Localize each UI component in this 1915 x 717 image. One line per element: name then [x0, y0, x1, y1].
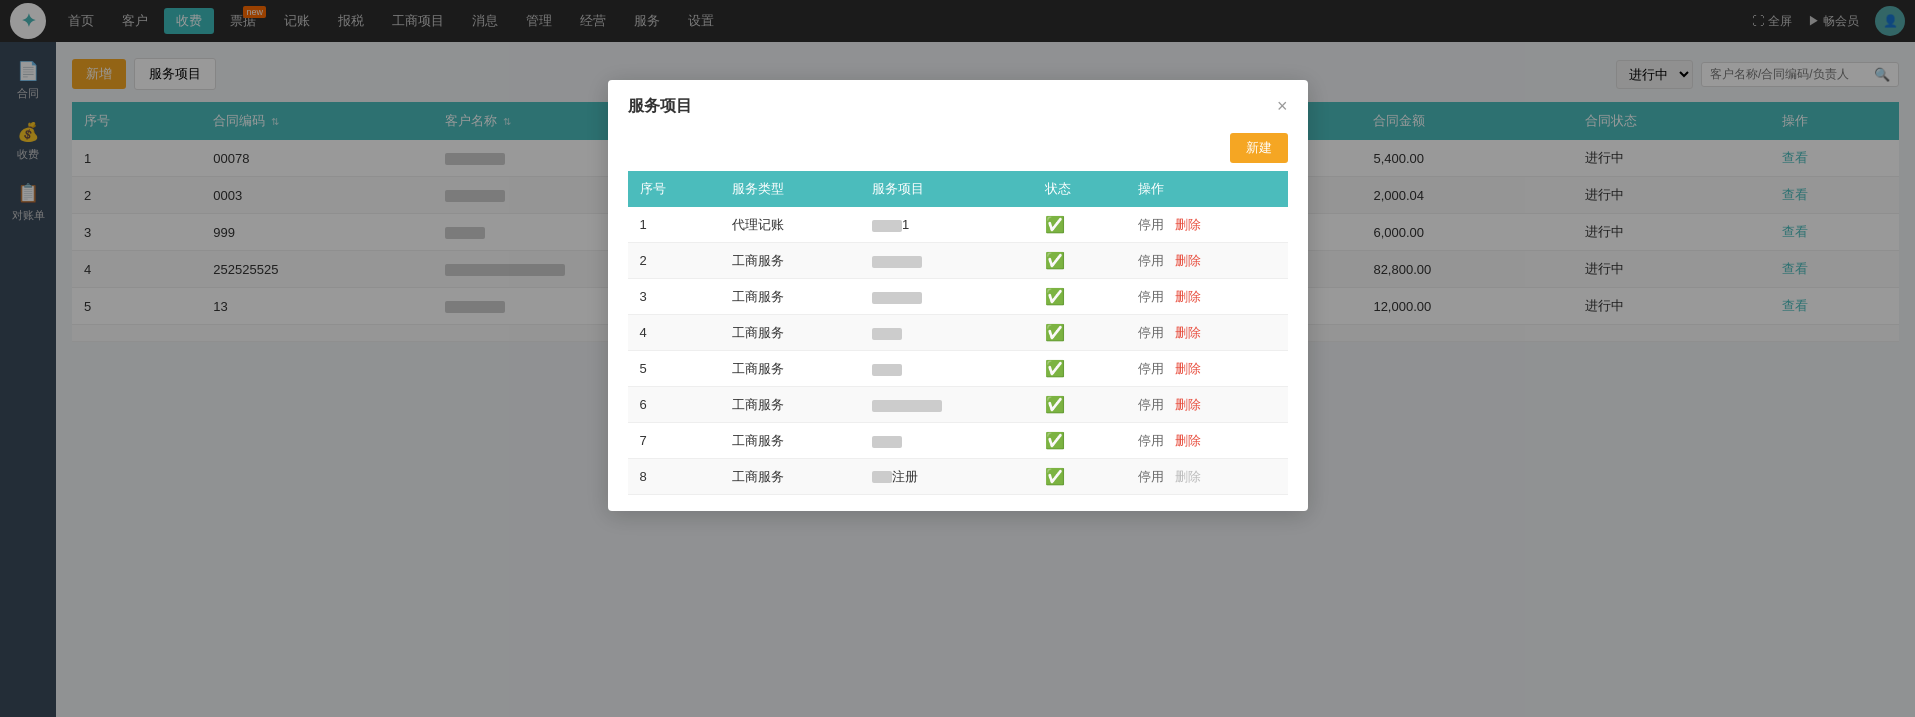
- modal-cell-status: ✅: [1033, 387, 1125, 423]
- modal-cell-no: 5: [628, 351, 720, 387]
- status-check-icon: ✅: [1045, 324, 1065, 341]
- modal-cell-no: 6: [628, 387, 720, 423]
- status-check-icon: ✅: [1045, 360, 1065, 377]
- modal-cell-status: ✅: [1033, 351, 1125, 387]
- modal-cell-type: 工商服务: [720, 459, 860, 495]
- modal-col-no: 序号: [628, 171, 720, 207]
- delete-button[interactable]: 删除: [1175, 433, 1201, 448]
- delete-button[interactable]: 删除: [1175, 397, 1201, 412]
- modal-cell-project: [860, 315, 1033, 351]
- modal-cell-project: 1: [860, 207, 1033, 243]
- status-check-icon: ✅: [1045, 216, 1065, 233]
- modal-cell-no: 3: [628, 279, 720, 315]
- modal-cell-action: 停用 删除: [1126, 351, 1288, 387]
- delete-button[interactable]: 删除: [1175, 325, 1201, 340]
- service-table: 序号 服务类型 服务项目 状态 操作 1 代理记账 1: [628, 171, 1288, 495]
- modal-cell-type: 工商服务: [720, 387, 860, 423]
- status-check-icon: ✅: [1045, 432, 1065, 449]
- modal-cell-no: 4: [628, 315, 720, 351]
- modal-cell-action: 停用 删除: [1126, 279, 1288, 315]
- modal-cell-action: 停用 删除: [1126, 459, 1288, 495]
- status-check-icon: ✅: [1045, 252, 1065, 269]
- modal-cell-project: [860, 423, 1033, 459]
- modal-cell-status: ✅: [1033, 315, 1125, 351]
- modal-col-action: 操作: [1126, 171, 1288, 207]
- modal-toolbar: 新建: [608, 125, 1308, 171]
- modal-table-row: 7 工商服务 ✅ 停用 删除: [628, 423, 1288, 459]
- delete-button[interactable]: 删除: [1175, 361, 1201, 376]
- modal-cell-type: 代理记账: [720, 207, 860, 243]
- modal-cell-type: 工商服务: [720, 279, 860, 315]
- stop-button[interactable]: 停用: [1138, 217, 1164, 232]
- modal-col-type: 服务类型: [720, 171, 860, 207]
- modal-header: 服务项目 ×: [608, 80, 1308, 125]
- stop-button[interactable]: 停用: [1138, 289, 1164, 304]
- modal-cell-type: 工商服务: [720, 351, 860, 387]
- modal-cell-type: 工商服务: [720, 315, 860, 351]
- modal-cell-action: 停用 删除: [1126, 243, 1288, 279]
- modal-table-row: 4 工商服务 ✅ 停用 删除: [628, 315, 1288, 351]
- stop-button[interactable]: 停用: [1138, 397, 1164, 412]
- service-modal: 服务项目 × 新建 序号 服务类型 服务项目 状态 操作: [608, 80, 1308, 511]
- modal-title: 服务项目: [628, 96, 692, 117]
- status-check-icon: ✅: [1045, 468, 1065, 485]
- stop-button[interactable]: 停用: [1138, 325, 1164, 340]
- modal-cell-no: 1: [628, 207, 720, 243]
- stop-button[interactable]: 停用: [1138, 361, 1164, 376]
- modal-body: 序号 服务类型 服务项目 状态 操作 1 代理记账 1: [608, 171, 1308, 511]
- stop-button[interactable]: 停用: [1138, 469, 1164, 484]
- delete-button[interactable]: 删除: [1175, 217, 1201, 232]
- modal-table-row: 5 工商服务 ✅ 停用 删除: [628, 351, 1288, 387]
- modal-table-row: 1 代理记账 1 ✅ 停用 删除: [628, 207, 1288, 243]
- modal-cell-status: ✅: [1033, 459, 1125, 495]
- modal-cell-status: ✅: [1033, 243, 1125, 279]
- modal-cell-status: ✅: [1033, 207, 1125, 243]
- status-check-icon: ✅: [1045, 396, 1065, 413]
- modal-cell-no: 7: [628, 423, 720, 459]
- modal-cell-status: ✅: [1033, 423, 1125, 459]
- modal-cell-project: [860, 243, 1033, 279]
- modal-cell-action: 停用 删除: [1126, 207, 1288, 243]
- delete-button[interactable]: 删除: [1175, 469, 1201, 484]
- modal-cell-status: ✅: [1033, 279, 1125, 315]
- modal-create-button[interactable]: 新建: [1230, 133, 1288, 163]
- stop-button[interactable]: 停用: [1138, 433, 1164, 448]
- modal-cell-project: 注册: [860, 459, 1033, 495]
- modal-overlay[interactable]: 服务项目 × 新建 序号 服务类型 服务项目 状态 操作: [0, 0, 1915, 717]
- modal-table-row: 3 工商服务 ✅ 停用 删除: [628, 279, 1288, 315]
- modal-cell-project: [860, 351, 1033, 387]
- stop-button[interactable]: 停用: [1138, 253, 1164, 268]
- modal-col-status: 状态: [1033, 171, 1125, 207]
- modal-cell-project: [860, 279, 1033, 315]
- modal-table-row: 2 工商服务 ✅ 停用 删除: [628, 243, 1288, 279]
- modal-table-row: 6 工商服务 ✅ 停用 删除: [628, 387, 1288, 423]
- modal-cell-no: 2: [628, 243, 720, 279]
- modal-cell-action: 停用 删除: [1126, 387, 1288, 423]
- status-check-icon: ✅: [1045, 288, 1065, 305]
- modal-cell-type: 工商服务: [720, 423, 860, 459]
- modal-table-row: 8 工商服务 注册 ✅ 停用 删除: [628, 459, 1288, 495]
- modal-cell-project: [860, 387, 1033, 423]
- modal-cell-no: 8: [628, 459, 720, 495]
- modal-cell-action: 停用 删除: [1126, 315, 1288, 351]
- modal-cell-type: 工商服务: [720, 243, 860, 279]
- delete-button[interactable]: 删除: [1175, 253, 1201, 268]
- modal-close-button[interactable]: ×: [1277, 96, 1288, 117]
- delete-button[interactable]: 删除: [1175, 289, 1201, 304]
- modal-col-project: 服务项目: [860, 171, 1033, 207]
- modal-cell-action: 停用 删除: [1126, 423, 1288, 459]
